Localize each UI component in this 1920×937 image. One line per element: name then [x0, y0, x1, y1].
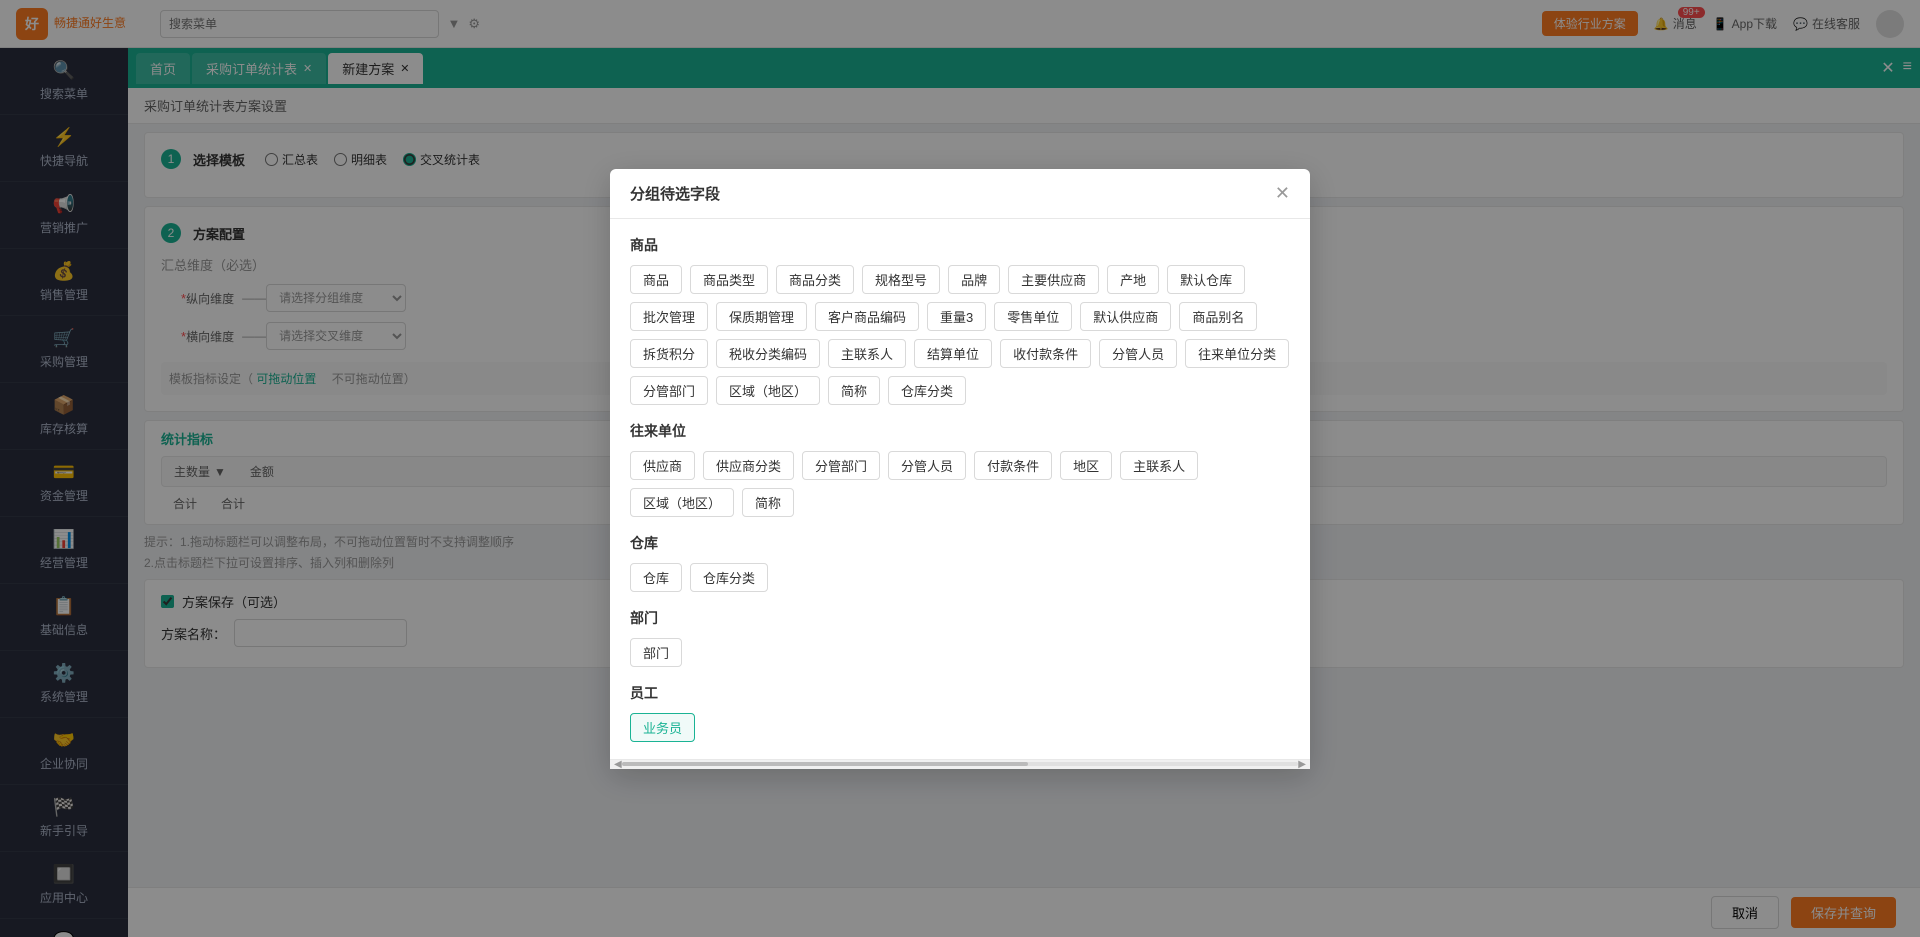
chip-warehouse-cat[interactable]: 仓库分类 — [690, 563, 768, 592]
chip-goods-quality[interactable]: 保质期管理 — [716, 302, 807, 331]
chip-goods-tax-code[interactable]: 税收分类编码 — [716, 339, 820, 368]
chip-goods-alias[interactable]: 商品别名 — [1179, 302, 1257, 331]
chip-goods-customer-code[interactable]: 客户商品编码 — [815, 302, 919, 331]
chip-goods-batch[interactable]: 批次管理 — [630, 302, 708, 331]
chip-partner-abbr[interactable]: 简称 — [742, 488, 794, 517]
section-goods-chips: 商品 商品类型 商品分类 规格型号 品牌 主要供应商 产地 默认仓库 批次管理 … — [630, 265, 1290, 405]
modal-overlay: 分组待选字段 ✕ 商品 商品 商品类型 商品分类 规格型号 品牌 主要供应商 产… — [0, 0, 1920, 937]
chip-partner-contact[interactable]: 主联系人 — [1120, 451, 1198, 480]
chip-partner-payment[interactable]: 付款条件 — [974, 451, 1052, 480]
section-employee-title: 员工 — [630, 683, 1290, 703]
chip-goods-manager[interactable]: 分管人员 — [1099, 339, 1177, 368]
chip-goods-region[interactable]: 区域（地区） — [716, 376, 820, 405]
chip-goods-payment-terms[interactable]: 收付款条件 — [1000, 339, 1091, 368]
chip-goods-default-wh[interactable]: 默认仓库 — [1167, 265, 1245, 294]
chip-goods-abbr[interactable]: 简称 — [828, 376, 880, 405]
chip-goods-split-score[interactable]: 拆货积分 — [630, 339, 708, 368]
h-scroll-thumb[interactable] — [622, 762, 1028, 766]
h-scroll-right-arrow[interactable]: ▶ — [1298, 759, 1306, 770]
chip-partner-manager[interactable]: 分管人员 — [888, 451, 966, 480]
chip-warehouse-wh[interactable]: 仓库 — [630, 563, 682, 592]
section-warehouse-chips: 仓库 仓库分类 — [630, 563, 1290, 592]
chip-dept-dept[interactable]: 部门 — [630, 638, 682, 667]
section-employee-chips: 业务员 — [630, 713, 1290, 742]
modal-body: 商品 商品 商品类型 商品分类 规格型号 品牌 主要供应商 产地 默认仓库 批次… — [610, 219, 1310, 759]
modal-h-scrollbar[interactable]: ◀ ▶ — [610, 759, 1310, 769]
modal-title: 分组待选字段 — [630, 183, 720, 204]
chip-goods-main-supplier[interactable]: 主要供应商 — [1008, 265, 1099, 294]
chip-partner-area[interactable]: 区域（地区） — [630, 488, 734, 517]
modal-header: 分组待选字段 ✕ — [610, 169, 1310, 219]
chip-goods-weight[interactable]: 重量3 — [927, 302, 986, 331]
section-department: 部门 部门 — [630, 608, 1290, 667]
section-partner-chips: 供应商 供应商分类 分管部门 分管人员 付款条件 地区 主联系人 区域（地区） … — [630, 451, 1290, 517]
chip-goods-type[interactable]: 商品类型 — [690, 265, 768, 294]
chip-partner-supplier-cat[interactable]: 供应商分类 — [703, 451, 794, 480]
chip-goods-retail-unit[interactable]: 零售单位 — [994, 302, 1072, 331]
chip-goods-category[interactable]: 商品分类 — [776, 265, 854, 294]
chip-goods-spec[interactable]: 规格型号 — [862, 265, 940, 294]
section-partner: 往来单位 供应商 供应商分类 分管部门 分管人员 付款条件 地区 主联系人 区域… — [630, 421, 1290, 517]
section-dept-title: 部门 — [630, 608, 1290, 628]
chip-goods-settle-unit[interactable]: 结算单位 — [914, 339, 992, 368]
chip-goods-partner-category[interactable]: 往来单位分类 — [1185, 339, 1289, 368]
section-goods-title: 商品 — [630, 235, 1290, 255]
modal-close-button[interactable]: ✕ — [1275, 183, 1290, 204]
h-scroll-left-arrow[interactable]: ◀ — [614, 759, 622, 770]
chip-goods-wh-category[interactable]: 仓库分类 — [888, 376, 966, 405]
chip-goods-brand[interactable]: 品牌 — [948, 265, 1000, 294]
section-warehouse: 仓库 仓库 仓库分类 — [630, 533, 1290, 592]
chip-goods-dept[interactable]: 分管部门 — [630, 376, 708, 405]
chip-goods-main-contact[interactable]: 主联系人 — [828, 339, 906, 368]
chip-goods-goods[interactable]: 商品 — [630, 265, 682, 294]
section-employee: 员工 业务员 — [630, 683, 1290, 742]
chip-goods-default-supplier[interactable]: 默认供应商 — [1080, 302, 1171, 331]
h-scroll-track — [622, 762, 1299, 766]
chip-goods-origin[interactable]: 产地 — [1107, 265, 1159, 294]
modal-dialog: 分组待选字段 ✕ 商品 商品 商品类型 商品分类 规格型号 品牌 主要供应商 产… — [610, 169, 1310, 769]
chip-partner-dept[interactable]: 分管部门 — [802, 451, 880, 480]
chip-employee-sales[interactable]: 业务员 — [630, 713, 695, 742]
chip-partner-region[interactable]: 地区 — [1060, 451, 1112, 480]
section-warehouse-title: 仓库 — [630, 533, 1290, 553]
section-partner-title: 往来单位 — [630, 421, 1290, 441]
section-dept-chips: 部门 — [630, 638, 1290, 667]
chip-partner-supplier[interactable]: 供应商 — [630, 451, 695, 480]
section-goods: 商品 商品 商品类型 商品分类 规格型号 品牌 主要供应商 产地 默认仓库 批次… — [630, 235, 1290, 405]
